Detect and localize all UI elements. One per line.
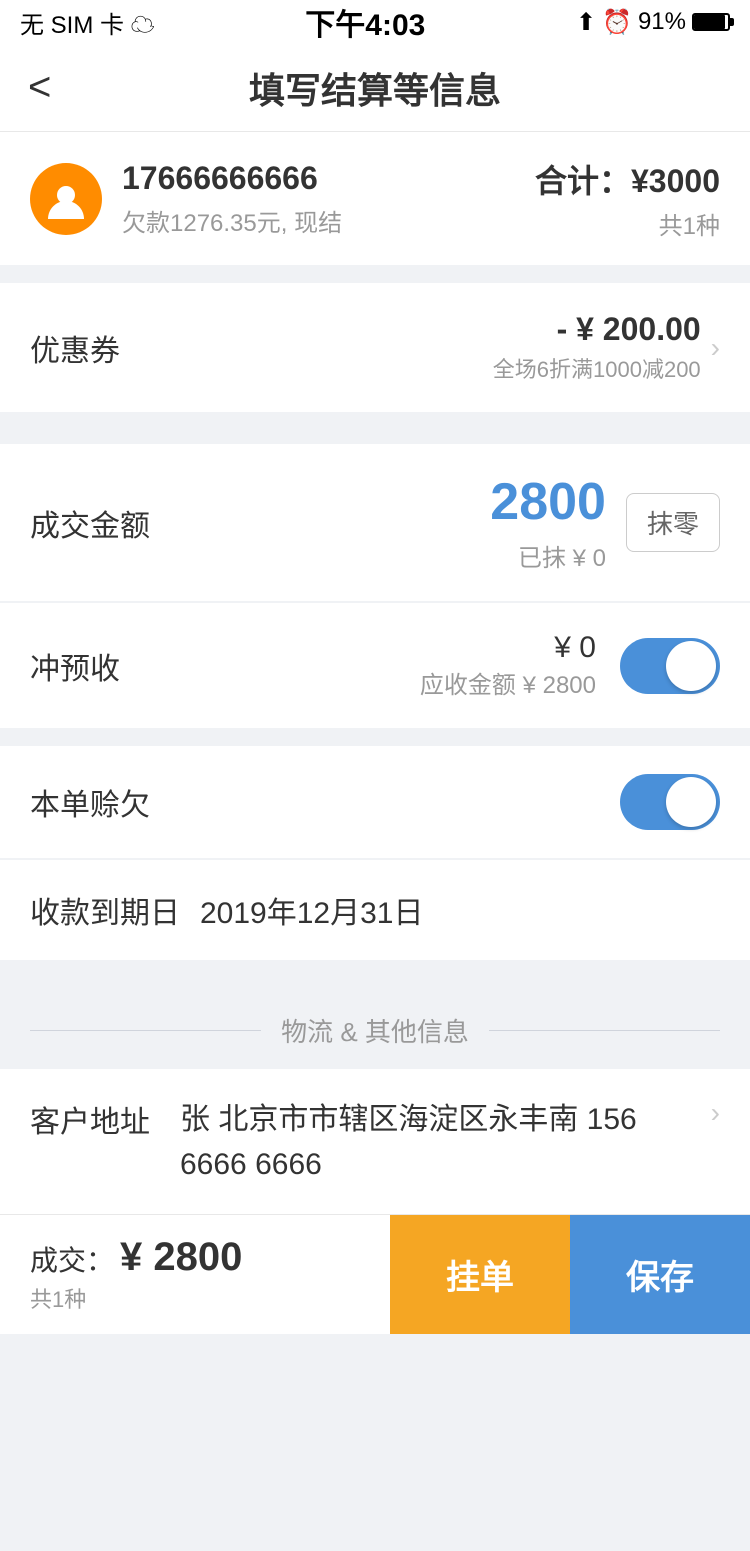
status-left: 无 SIM 卡 ☁	[20, 5, 155, 40]
debt-label: 本单赊欠	[30, 780, 150, 824]
chevron-right-icon: ›	[711, 332, 720, 364]
divider-line-right	[489, 1030, 720, 1031]
divider-line-left	[30, 1030, 261, 1031]
duedate-value: 2019年12月31日	[200, 888, 423, 932]
debt-toggle-circle	[666, 777, 716, 827]
prepay-toggle[interactable]	[620, 638, 720, 694]
deal-amount-right: 2800 已抹 ¥ 0 抹零	[490, 472, 720, 573]
hold-button[interactable]: 挂单	[390, 1215, 570, 1334]
bottom-summary: 成交： ¥ 2800 共1种	[0, 1215, 390, 1334]
page-title: 填写结算等信息	[249, 62, 501, 114]
divider-section: 物流 & 其他信息	[0, 992, 750, 1069]
total-amount: 合计：¥3000	[535, 156, 720, 202]
address-value: 张 北京市市辖区海淀区永丰南 156 6666 6666	[180, 1097, 701, 1187]
back-button[interactable]: <	[28, 65, 51, 110]
status-time: 下午4:03	[305, 0, 425, 44]
coupon-label: 优惠券	[30, 326, 120, 370]
avatar	[30, 163, 102, 235]
coupon-right: - ¥ 200.00 全场6折满1000减200 ›	[493, 311, 720, 384]
round-button[interactable]: 抹零	[626, 493, 720, 552]
battery-label: 91%	[638, 8, 686, 36]
deal-amount-label: 成交金额	[30, 501, 150, 545]
prepay-section: 冲预收 ¥ 0 应收金额 ¥ 2800	[0, 603, 750, 728]
address-section[interactable]: 客户地址 张 北京市市辖区海淀区永丰南 156 6666 6666 ›	[0, 1069, 750, 1215]
deal-amount-section: 成交金额 2800 已抹 ¥ 0 抹零	[0, 444, 750, 601]
customer-left: 17666666666 欠款1276.35元, 现结	[30, 160, 342, 238]
duedate-label: 收款到期日	[30, 888, 180, 932]
battery-icon	[692, 13, 730, 31]
divider-text: 物流 & 其他信息	[281, 1012, 469, 1049]
toggle-circle	[666, 641, 716, 691]
nav-bar: < 填写结算等信息	[0, 44, 750, 132]
bottom-deal-label: 成交：	[30, 1239, 114, 1279]
customer-debt: 欠款1276.35元, 现结	[122, 203, 342, 238]
alarm-icon: ⏰	[602, 8, 632, 37]
status-right: ⬆ ⏰ 91%	[576, 8, 730, 37]
deal-amount-value-row: 2800 已抹 ¥ 0	[490, 472, 606, 573]
separator-1	[0, 267, 750, 283]
separator-4	[0, 976, 750, 992]
total-count: 共1种	[535, 206, 720, 241]
bottom-count: 共1种	[30, 1282, 360, 1314]
location-icon: ⬆	[576, 8, 596, 37]
customer-info: 17666666666 欠款1276.35元, 现结	[122, 160, 342, 238]
prepay-amount: ¥ 0	[554, 631, 596, 665]
deal-amount-row: 成交金额 2800 已抹 ¥ 0 抹零	[30, 472, 720, 573]
status-bar: 无 SIM 卡 ☁ 下午4:03 ⬆ ⏰ 91%	[0, 0, 750, 44]
duedate-section: 收款到期日 2019年12月31日	[0, 860, 750, 960]
coupon-section[interactable]: 优惠券 - ¥ 200.00 全场6折满1000减200 ›	[0, 283, 750, 412]
prepay-label: 冲预收	[30, 644, 120, 688]
debt-toggle[interactable]	[620, 774, 720, 830]
debt-section: 本单赊欠	[0, 746, 750, 858]
prepay-row-inner: ¥ 0 应收金额 ¥ 2800	[420, 631, 720, 700]
coupon-discount: - ¥ 200.00	[493, 311, 701, 348]
bottom-bar: 成交： ¥ 2800 共1种 挂单 保存	[0, 1214, 750, 1334]
prepay-info: ¥ 0 应收金额 ¥ 2800	[420, 631, 596, 700]
prepay-row: 冲预收 ¥ 0 应收金额 ¥ 2800	[30, 631, 720, 700]
customer-right: 合计：¥3000 共1种	[535, 156, 720, 241]
coupon-desc: 全场6折满1000减200	[493, 352, 701, 384]
prepay-desc: 应收金额 ¥ 2800	[420, 665, 596, 700]
separator-2	[0, 428, 750, 444]
save-button[interactable]: 保存	[570, 1215, 750, 1334]
bottom-amount: ¥ 2800	[120, 1235, 242, 1280]
deal-amount-value: 2800	[490, 472, 606, 532]
separator-3	[0, 730, 750, 746]
customer-section: 17666666666 欠款1276.35元, 现结 合计：¥3000 共1种	[0, 132, 750, 265]
sim-label: 无 SIM 卡 ☁	[20, 5, 155, 40]
deal-amount-erased: 已抹 ¥ 0	[518, 538, 606, 573]
address-chevron-right-icon: ›	[711, 1097, 720, 1129]
customer-phone: 17666666666	[122, 160, 342, 197]
address-label: 客户地址	[30, 1097, 150, 1141]
content: 17666666666 欠款1276.35元, 现结 合计：¥3000 共1种 …	[0, 132, 750, 1551]
